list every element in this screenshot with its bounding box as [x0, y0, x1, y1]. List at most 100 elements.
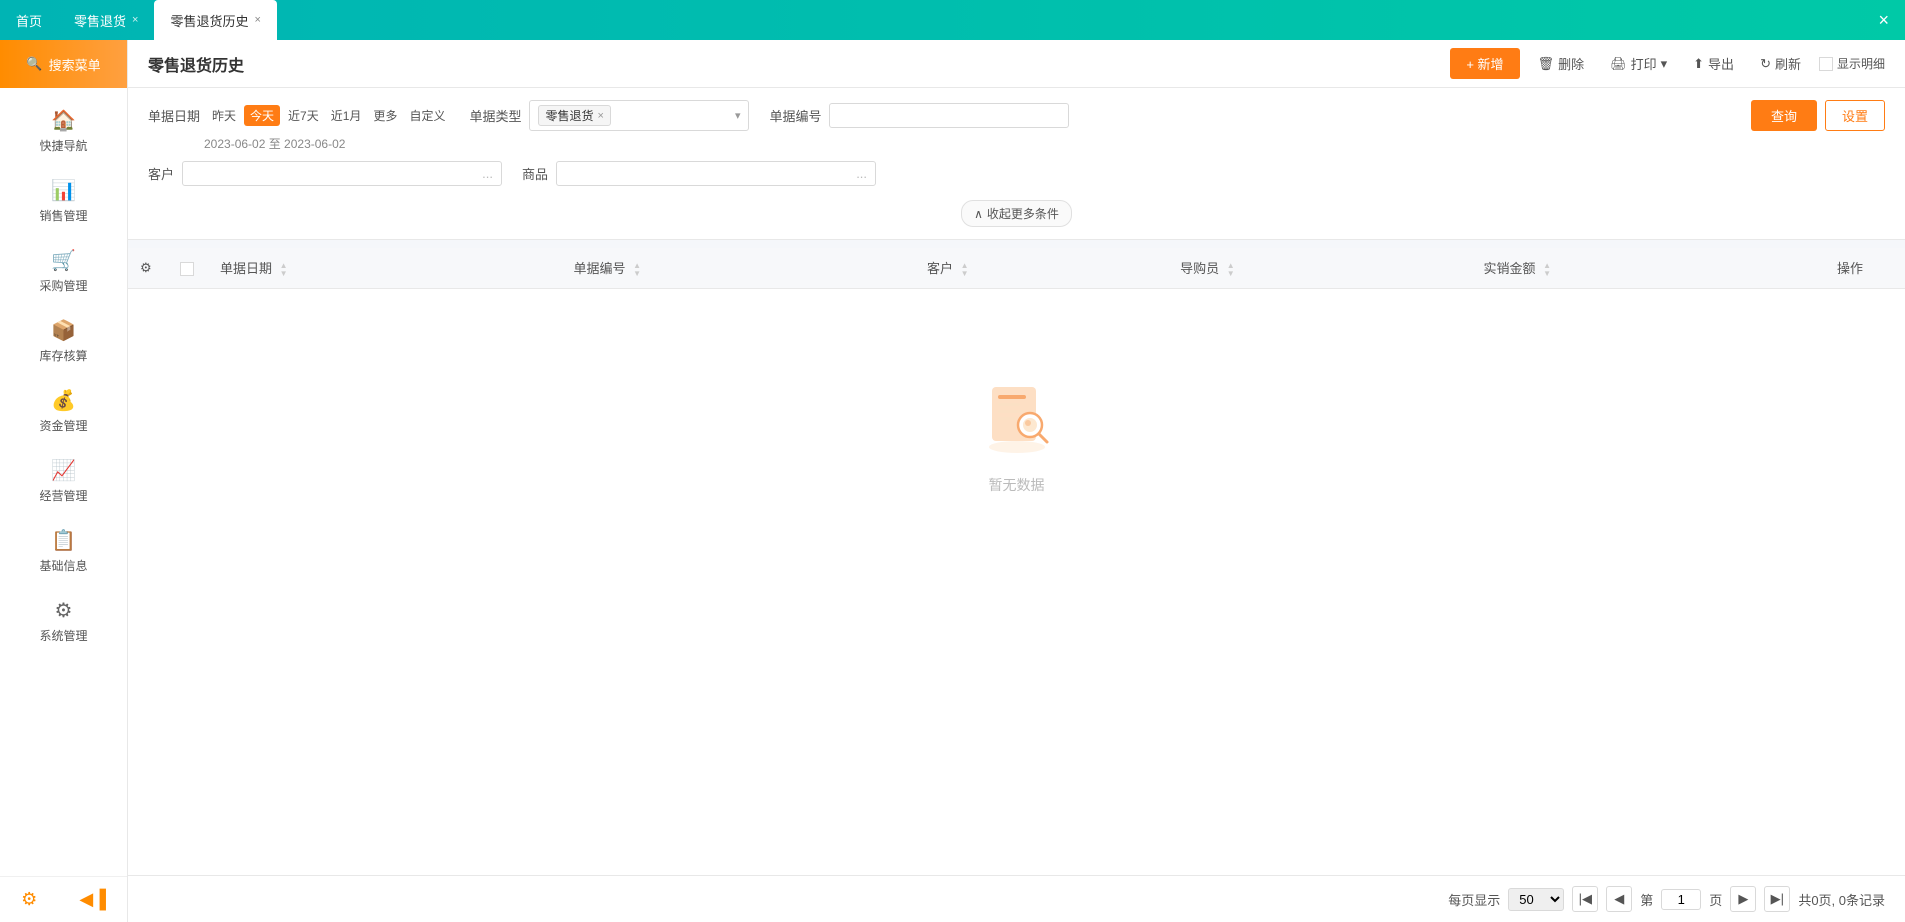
- tab-retail-return-history[interactable]: 零售退货历史×: [154, 0, 276, 40]
- doc-no-label: 单据编号: [769, 106, 821, 125]
- doc-type-select[interactable]: 零售退货 × ▾: [529, 100, 749, 131]
- sidebar-search[interactable]: 🔍 搜索菜单: [0, 40, 127, 88]
- empty-row: 暂无数据: [128, 288, 1905, 575]
- volume-icon[interactable]: ◀▐: [79, 889, 106, 910]
- filter-area: 单据日期 昨天 今天 近7天 近1月 更多 自定义 单据类型: [128, 88, 1905, 240]
- select-all-checkbox[interactable]: [180, 262, 194, 276]
- sidebar-icon-basic-info: 📋: [51, 528, 76, 553]
- sidebar-item-basic-info[interactable]: 📋 基础信息: [0, 516, 127, 586]
- sort-guide-icon[interactable]: ▲▼: [1227, 262, 1235, 278]
- window-close-button[interactable]: ×: [1862, 10, 1905, 31]
- page-header: 零售退货历史 + 新增 🗑 删除 🖨 打印 ▾ ⬆ 导出 ↻: [128, 40, 1905, 88]
- last-page-button[interactable]: ▶|: [1764, 886, 1790, 912]
- collapse-area: ∧ 收起更多条件: [148, 196, 1885, 231]
- tab-bar: 首页零售退货×零售退货历史×: [0, 0, 1862, 40]
- sidebar-label-finance-mgmt: 资金管理: [39, 417, 87, 434]
- sidebar-icon-stock-calc: 📦: [51, 318, 76, 343]
- th-doc-date: 单据日期 ▲▼: [208, 248, 562, 288]
- setting-button[interactable]: 设置: [1825, 100, 1885, 131]
- new-button[interactable]: + 新增: [1450, 48, 1519, 79]
- content-area: 零售退货历史 + 新增 🗑 删除 🖨 打印 ▾ ⬆ 导出 ↻: [128, 40, 1905, 922]
- date-today[interactable]: 今天: [244, 105, 280, 126]
- date-range-text: 2023-06-02 至 2023-06-02: [204, 137, 345, 151]
- tab-home[interactable]: 首页: [0, 0, 58, 40]
- date-filter: 单据日期 昨天 今天 近7天 近1月 更多 自定义: [148, 105, 449, 126]
- tab-close-retail-return-history[interactable]: ×: [254, 14, 260, 26]
- goods-label: 商品: [522, 164, 548, 183]
- goods-filter: 商品 ...: [522, 161, 876, 186]
- refresh-button[interactable]: ↻ 刷新: [1752, 50, 1809, 77]
- customer-filter: 客户 ...: [148, 161, 502, 186]
- doc-no-filter: 单据编号: [769, 103, 1069, 128]
- filter-row-2: 客户 ... 商品 ...: [148, 161, 1885, 186]
- doc-type-tag-close[interactable]: ×: [597, 110, 603, 122]
- goods-input[interactable]: ...: [556, 161, 876, 186]
- delete-button[interactable]: 🗑 删除: [1530, 50, 1593, 77]
- date-label: 单据日期: [148, 106, 200, 125]
- per-page-label: 每页显示: [1448, 890, 1500, 909]
- table-body: 暂无数据: [128, 288, 1905, 575]
- doc-type-label: 单据类型: [469, 106, 521, 125]
- page-input[interactable]: 1: [1661, 889, 1701, 910]
- sidebar-label-sales-mgmt: 销售管理: [39, 207, 87, 224]
- sidebar-item-sales-mgmt[interactable]: 📊 销售管理: [0, 166, 127, 236]
- gear-icon[interactable]: ⚙: [21, 889, 37, 910]
- date-last7[interactable]: 近7天: [284, 106, 323, 125]
- date-shortcuts: 昨天 今天 近7天 近1月 更多 自定义: [208, 105, 449, 126]
- empty-icon: [972, 369, 1062, 459]
- tab-label-retail-return: 零售退货: [74, 11, 126, 30]
- date-more[interactable]: 更多: [369, 106, 401, 125]
- refresh-icon: ↻: [1760, 56, 1771, 72]
- export-icon: ⬆: [1693, 56, 1704, 72]
- show-detail-toggle[interactable]: 显示明细: [1819, 55, 1885, 72]
- doc-type-arrow-icon: ▾: [735, 109, 741, 122]
- sidebar-label-ops-mgmt: 经营管理: [39, 487, 87, 504]
- sidebar-item-quick-nav[interactable]: 🏠 快捷导航: [0, 96, 127, 166]
- tab-label-home: 首页: [16, 11, 42, 30]
- sidebar-icon-purchase-mgmt: 🛒: [51, 248, 76, 273]
- show-detail-checkbox[interactable]: [1819, 57, 1833, 71]
- sort-doc-no-icon[interactable]: ▲▼: [633, 262, 641, 278]
- sidebar-item-sys-mgmt[interactable]: ⚙ 系统管理: [0, 586, 127, 656]
- sort-amount-icon[interactable]: ▲▼: [1543, 262, 1551, 278]
- sort-doc-date-icon[interactable]: ▲▼: [280, 262, 288, 278]
- date-yesterday[interactable]: 昨天: [208, 106, 240, 125]
- sort-customer-icon[interactable]: ▲▼: [961, 262, 969, 278]
- date-last-month[interactable]: 近1月: [327, 106, 366, 125]
- customer-input[interactable]: ...: [182, 161, 502, 186]
- th-checkbox: [168, 248, 208, 288]
- date-custom[interactable]: 自定义: [405, 106, 449, 125]
- prev-page-button[interactable]: ◀: [1606, 886, 1632, 912]
- data-table: ⚙ 单据日期 ▲▼ 单据编号: [128, 248, 1905, 575]
- per-page-select[interactable]: 50 10 20 100: [1508, 888, 1564, 911]
- sidebar-item-stock-calc[interactable]: 📦 库存核算: [0, 306, 127, 376]
- collapse-button[interactable]: ∧ 收起更多条件: [961, 200, 1072, 227]
- page-title: 零售退货历史: [148, 52, 244, 76]
- query-actions: 查询 设置: [1751, 100, 1885, 131]
- tab-retail-return[interactable]: 零售退货 ×: [58, 0, 154, 40]
- sidebar: 🔍 搜索菜单 🏠 快捷导航 📊 销售管理 🛒 采购管理 📦 库存核算 💰 资金管…: [0, 40, 128, 922]
- sidebar-icon-sys-mgmt: ⚙: [55, 598, 73, 623]
- first-page-button[interactable]: |◀: [1572, 886, 1598, 912]
- doc-no-input[interactable]: [829, 103, 1069, 128]
- sidebar-icon-ops-mgmt: 📈: [51, 458, 76, 483]
- search-icon: 🔍: [26, 56, 42, 72]
- sidebar-item-ops-mgmt[interactable]: 📈 经营管理: [0, 446, 127, 516]
- sidebar-item-finance-mgmt[interactable]: 💰 资金管理: [0, 376, 127, 446]
- next-page-button[interactable]: ▶: [1730, 886, 1756, 912]
- th-ops: 操作: [1825, 248, 1905, 288]
- collapse-icon: ∧: [974, 207, 983, 221]
- th-doc-no: 单据编号 ▲▼: [562, 248, 916, 288]
- page-label: 第: [1640, 890, 1653, 909]
- tab-close-retail-return[interactable]: ×: [132, 14, 138, 26]
- query-button[interactable]: 查询: [1751, 100, 1817, 131]
- sidebar-label-basic-info: 基础信息: [39, 557, 87, 574]
- print-icon: 🖨: [1610, 56, 1627, 72]
- sidebar-item-purchase-mgmt[interactable]: 🛒 采购管理: [0, 236, 127, 306]
- settings-icon[interactable]: ⚙: [140, 260, 152, 275]
- print-button[interactable]: 🖨 打印 ▾: [1602, 50, 1675, 77]
- sidebar-icon-sales-mgmt: 📊: [51, 178, 76, 203]
- sidebar-label-purchase-mgmt: 采购管理: [39, 277, 87, 294]
- customer-label: 客户: [148, 164, 174, 183]
- export-button[interactable]: ⬆ 导出: [1685, 50, 1742, 77]
